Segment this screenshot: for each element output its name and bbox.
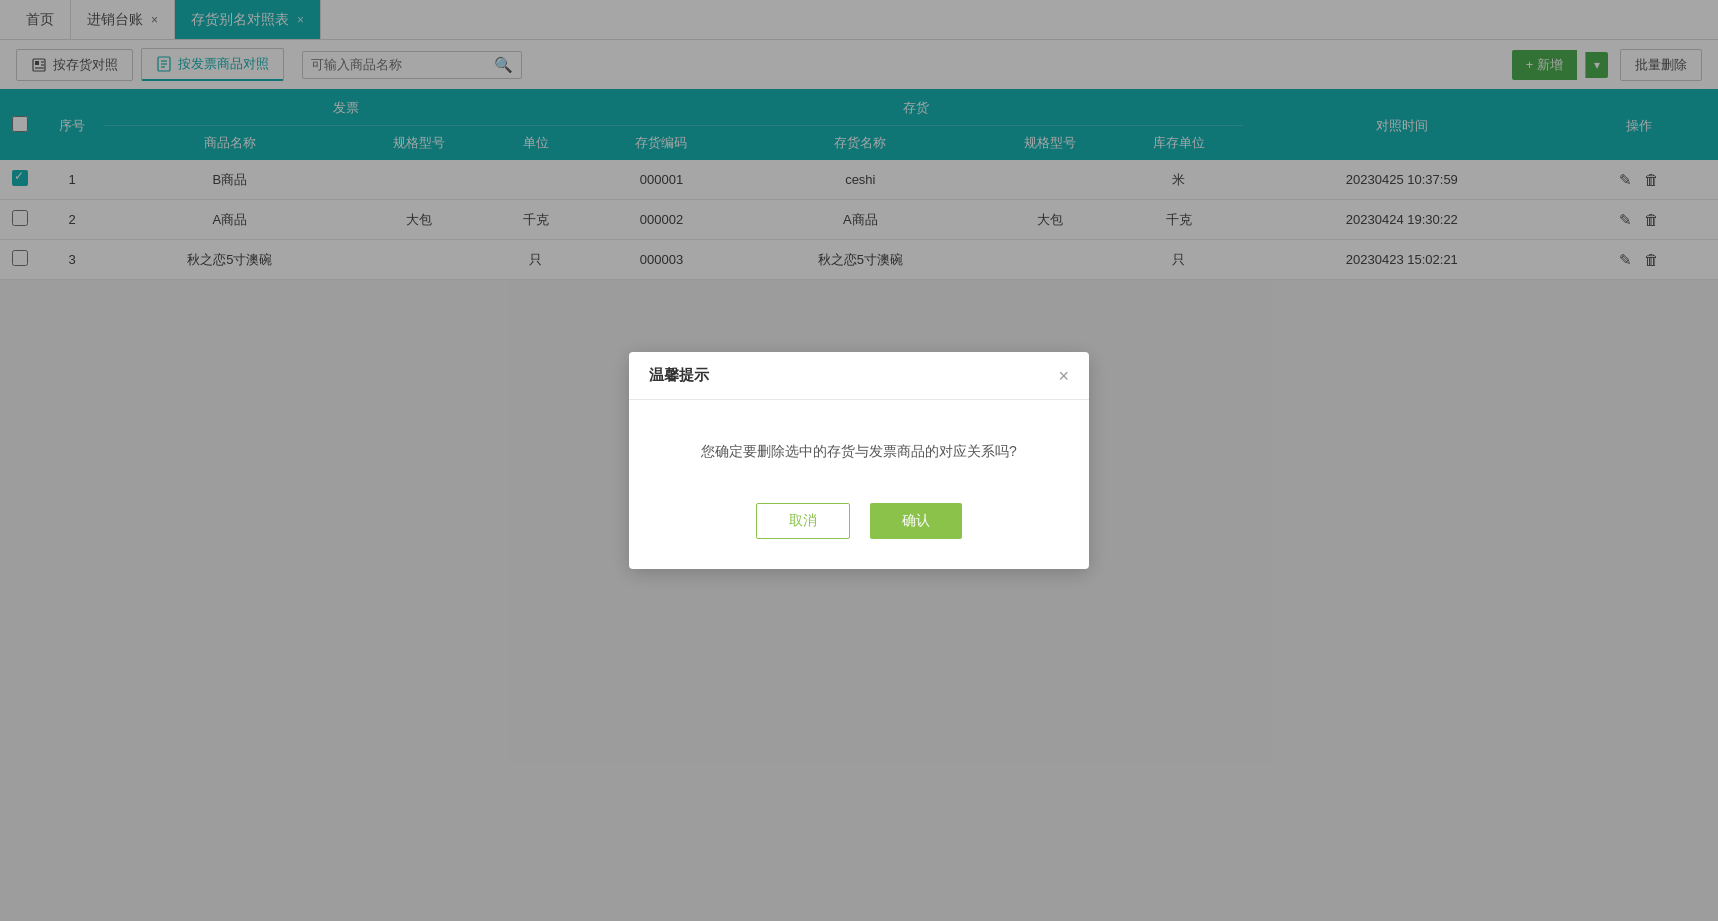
dialog-overlay: 温馨提示 × 您确定要删除选中的存货与发票商品的对应关系吗? 取消 确认: [0, 0, 1718, 280]
